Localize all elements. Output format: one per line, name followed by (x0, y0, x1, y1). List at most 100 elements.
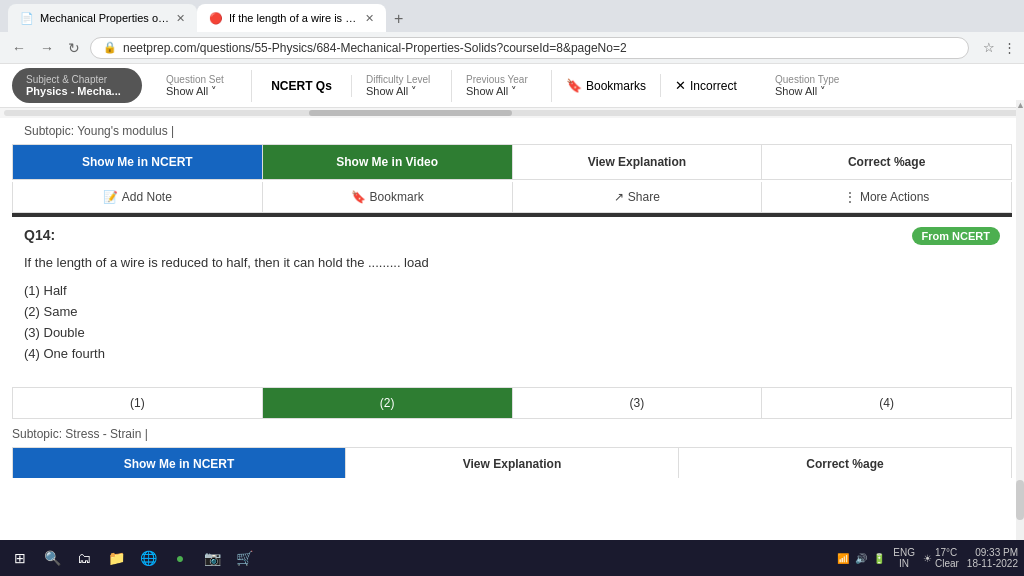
note-icon: 📝 (103, 190, 118, 204)
file-explorer-button[interactable]: 📁 (102, 544, 130, 572)
store-button[interactable]: 🛒 (230, 544, 258, 572)
scroll-up-icon[interactable]: ▲ (1016, 100, 1024, 110)
url-box[interactable]: 🔒 neetprep.com/questions/55-Physics/684-… (90, 37, 969, 59)
incorrect-filter[interactable]: ✕ Incorrect (661, 74, 761, 97)
option-3[interactable]: (3) Double (24, 325, 1000, 340)
incorrect-label: Incorrect (690, 79, 737, 93)
weather-desc: Clear (935, 558, 959, 569)
subject-filter[interactable]: Subject & Chapter Physics - Mecha... (12, 68, 142, 103)
subtopic-bar-2: Subtopic: Stress - Strain | (12, 423, 1012, 445)
clock: 09:33 PM 18-11-2022 (967, 547, 1018, 569)
option-2[interactable]: (2) Same (24, 304, 1000, 319)
view-explanation-button-1[interactable]: View Explanation (513, 145, 763, 179)
correct-pct-button-2[interactable]: Correct %age (679, 448, 1011, 479)
add-note-button[interactable]: 📝 Add Note (13, 182, 263, 212)
answer-opt-3[interactable]: (3) (513, 388, 763, 418)
temperature: 17°C (935, 547, 959, 558)
ncert-label: NCERT Qs (271, 79, 332, 93)
question-set-filter[interactable]: Question Set Show All ˅ (152, 70, 252, 102)
bookmark-star-icon[interactable]: ☆ (983, 40, 995, 55)
question-num: Q14: (24, 227, 55, 243)
task-view-button[interactable]: 🗂 (70, 544, 98, 572)
bookmarks-filter[interactable]: 🔖 Bookmarks (552, 74, 661, 97)
settings-icon[interactable]: ⋮ (1003, 40, 1016, 55)
subject-filter-value: Physics - Mecha... (26, 85, 128, 97)
more-actions-button[interactable]: ⋮ More Actions (762, 182, 1011, 212)
option-4[interactable]: (4) One fourth (24, 346, 1000, 361)
scroll-track (4, 110, 1020, 116)
tab-1-favicon: 📄 (20, 12, 34, 25)
scroll-thumb (309, 110, 512, 116)
difficulty-filter[interactable]: Difficulty Level Show All ˅ (352, 70, 452, 102)
filter-bar: Subject & Chapter Physics - Mecha... Que… (0, 64, 1024, 108)
show-ncert-button-1[interactable]: Show Me in NCERT (13, 145, 263, 179)
difficulty-value: Show All ˅ (366, 85, 437, 98)
answer-opt-2[interactable]: (2) (263, 388, 513, 418)
share-icon: ↗ (614, 190, 624, 204)
question-type-value: Show All ˅ (775, 85, 847, 98)
camera-button[interactable]: 📷 (198, 544, 226, 572)
tab-2-title: If the length of a wire is reduce... (229, 12, 359, 24)
subtopic-2-text: Subtopic: Stress - Strain | (12, 427, 148, 441)
prev-year-label: Previous Year (466, 74, 537, 85)
tab-2[interactable]: 🔴 If the length of a wire is reduce... ✕ (197, 4, 386, 32)
taskbar: ⊞ 🔍 🗂 📁 🌐 ● 📷 🛒 📶 🔊 🔋 ENGIN ☀ 17°C Clear… (0, 540, 1024, 576)
weather: ☀ 17°C Clear (923, 547, 959, 569)
sub-action-row-1: 📝 Add Note 🔖 Bookmark ↗ Share ⋮ More Act… (12, 182, 1012, 213)
battery-icon: 🔋 (873, 553, 885, 564)
question-set-label: Question Set (166, 74, 237, 85)
volume-icon: 🔊 (855, 553, 867, 564)
question-type-label: Question Type (775, 74, 847, 85)
action-row-1: Show Me in NCERT Show Me in Video View E… (12, 144, 1012, 180)
show-video-button[interactable]: Show Me in Video (263, 145, 513, 179)
tab-1[interactable]: 📄 Mechanical Properties of Solids ✕ (8, 4, 197, 32)
bookmark-btn-icon: 🔖 (351, 190, 366, 204)
more-icon: ⋮ (844, 190, 856, 204)
forward-button[interactable]: → (36, 38, 58, 58)
option-1[interactable]: (1) Half (24, 283, 1000, 298)
system-tray: 📶 🔊 🔋 (837, 553, 885, 564)
question-header: Q14: From NCERT (24, 227, 1000, 245)
difficulty-label: Difficulty Level (366, 74, 437, 85)
lang-indicator: ENGIN (893, 547, 915, 569)
tab-1-title: Mechanical Properties of Solids (40, 12, 170, 24)
incorrect-icon: ✕ (675, 78, 686, 93)
subject-filter-label: Subject & Chapter (26, 74, 128, 85)
reload-button[interactable]: ↻ (64, 38, 84, 58)
ncert-filter[interactable]: NCERT Qs (252, 75, 352, 97)
question-set-value: Show All ˅ (166, 85, 237, 98)
tab-1-close[interactable]: ✕ (176, 12, 185, 25)
horizontal-scroll[interactable] (0, 108, 1024, 118)
answer-opt-4[interactable]: (4) (762, 388, 1011, 418)
action-row-2: Show Me in NCERT View Explanation Correc… (12, 447, 1012, 479)
right-scrollbar[interactable]: ▲ (1016, 100, 1024, 540)
lock-icon: 🔒 (103, 41, 117, 54)
taskbar-right: 📶 🔊 🔋 ENGIN ☀ 17°C Clear 09:33 PM 18-11-… (837, 547, 1018, 569)
bookmark-icon: 🔖 (566, 78, 582, 93)
chrome-button[interactable]: ● (166, 544, 194, 572)
show-ncert-button-2[interactable]: Show Me in NCERT (13, 448, 346, 479)
browser-actions: ☆ ⋮ (983, 40, 1016, 55)
bookmarks-label: Bookmarks (586, 79, 646, 93)
bookmark-button[interactable]: 🔖 Bookmark (263, 182, 513, 212)
subtopic-bar-1: Subtopic: Young's modulus | (12, 118, 1012, 144)
date-display: 18-11-2022 (967, 558, 1018, 569)
tab-2-close[interactable]: ✕ (365, 12, 374, 25)
time-display: 09:33 PM (967, 547, 1018, 558)
back-button[interactable]: ← (8, 38, 30, 58)
view-explanation-button-2[interactable]: View Explanation (346, 448, 679, 479)
share-button[interactable]: ↗ Share (513, 182, 763, 212)
new-tab-button[interactable]: + (386, 6, 411, 32)
search-taskbar-button[interactable]: 🔍 (38, 544, 66, 572)
prev-year-filter[interactable]: Previous Year Show All ˅ (452, 70, 552, 102)
correct-pct-button-1[interactable]: Correct %age (762, 145, 1011, 179)
edge-button[interactable]: 🌐 (134, 544, 162, 572)
tab-bar: 📄 Mechanical Properties of Solids ✕ 🔴 If… (0, 0, 1024, 32)
start-button[interactable]: ⊞ (6, 544, 34, 572)
from-ncert-badge: From NCERT (912, 227, 1000, 245)
prev-year-value: Show All ˅ (466, 85, 537, 98)
weather-icon: ☀ (923, 553, 932, 564)
question-text: If the length of a wire is reduced to ha… (24, 253, 1000, 273)
question-type-filter[interactable]: Question Type Show All ˅ (761, 70, 861, 102)
answer-opt-1[interactable]: (1) (13, 388, 263, 418)
